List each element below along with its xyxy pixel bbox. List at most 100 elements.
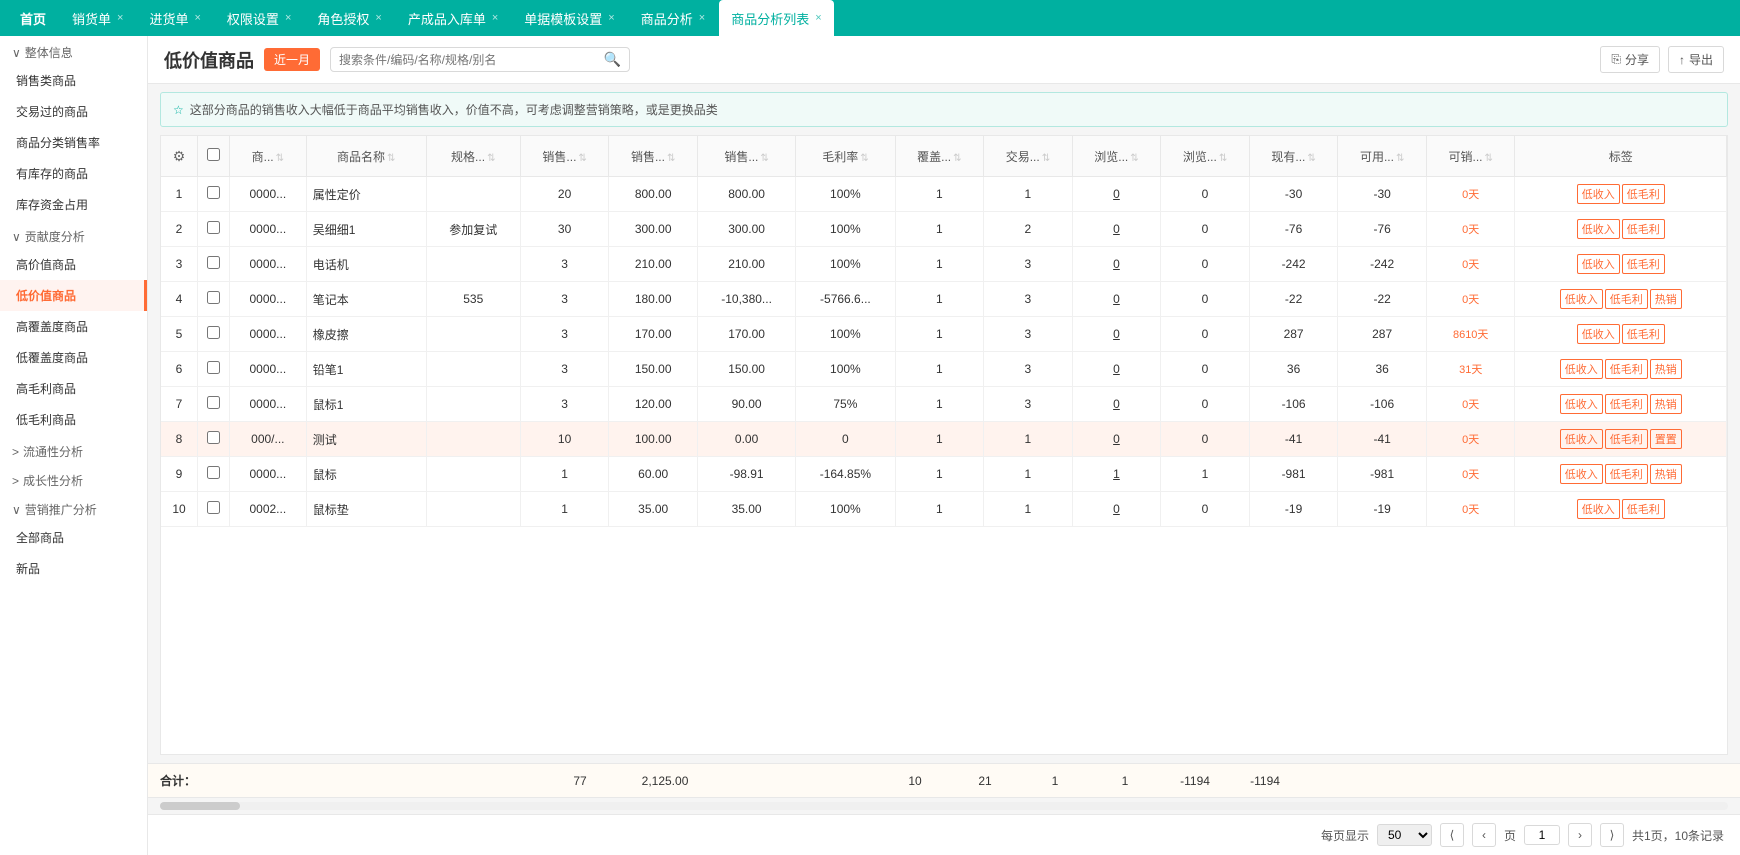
row-browse1[interactable]: 0	[1072, 422, 1161, 457]
sidebar-item-all-products[interactable]: 全部商品	[0, 522, 147, 553]
row-browse1[interactable]: 0	[1072, 492, 1161, 527]
row-checkbox[interactable]	[207, 501, 220, 514]
row-browse2: 1	[1161, 457, 1250, 492]
row-checkbox[interactable]	[207, 221, 220, 234]
sidebar-item-stocked-products[interactable]: 有库存的商品	[0, 158, 147, 189]
row-checkbox-cell[interactable]	[198, 212, 230, 247]
row-s1: 1	[520, 492, 609, 527]
sidebar-group-title-contribution[interactable]: ∨ 贡献度分析	[0, 220, 147, 249]
row-days: 0天	[1426, 387, 1515, 422]
next-page-button[interactable]: ›	[1568, 823, 1592, 847]
row-browse2: 0	[1161, 177, 1250, 212]
share-button[interactable]: ⎘ 分享	[1600, 46, 1660, 73]
close-icon[interactable]: ×	[815, 12, 821, 24]
date-filter-button[interactable]: 近一月	[264, 48, 320, 71]
sidebar-item-new-products[interactable]: 新品	[0, 553, 147, 584]
close-icon[interactable]: ×	[117, 12, 123, 24]
first-page-button[interactable]: ⟨	[1440, 823, 1464, 847]
col-gear[interactable]: ⚙	[161, 136, 198, 177]
sidebar-group-title-circulation[interactable]: > 流通性分析	[0, 435, 147, 464]
col-browse1: 浏览...⇅	[1072, 136, 1161, 177]
sidebar-group-title-overall[interactable]: ∨ 整体信息	[0, 36, 147, 65]
row-checkbox[interactable]	[207, 186, 220, 199]
page-number-input[interactable]	[1524, 825, 1560, 845]
search-icon[interactable]: 🔍	[604, 51, 621, 68]
close-icon[interactable]: ×	[699, 12, 705, 24]
sidebar-group-title-growth[interactable]: > 成长性分析	[0, 464, 147, 493]
gear-icon[interactable]: ⚙	[167, 144, 191, 168]
nav-roles[interactable]: 角色授权 ×	[305, 0, 393, 36]
row-checkbox-cell[interactable]	[198, 282, 230, 317]
nav-product-analysis[interactable]: 商品分析 ×	[629, 0, 717, 36]
sidebar-group-title-marketing[interactable]: ∨ 营销推广分析	[0, 493, 147, 522]
row-stock2: -981	[1338, 457, 1427, 492]
tag: 热销	[1650, 289, 1682, 309]
row-checkbox[interactable]	[207, 256, 220, 269]
nav-permissions[interactable]: 权限设置 ×	[215, 0, 303, 36]
row-checkbox-cell[interactable]	[198, 317, 230, 352]
last-page-button[interactable]: ⟩	[1600, 823, 1624, 847]
row-checkbox[interactable]	[207, 326, 220, 339]
row-checkbox[interactable]	[207, 431, 220, 444]
row-checkbox[interactable]	[207, 466, 220, 479]
nav-sales-order[interactable]: 销货单 ×	[60, 0, 135, 36]
row-checkbox-cell[interactable]	[198, 352, 230, 387]
row-browse1[interactable]: 0	[1072, 177, 1161, 212]
page-size-select[interactable]: 50 100 200	[1377, 824, 1432, 846]
sidebar-item-sales-products[interactable]: 销售类商品	[0, 65, 147, 96]
row-browse1[interactable]: 0	[1072, 282, 1161, 317]
sidebar-item-high-value[interactable]: 高价值商品	[0, 249, 147, 280]
search-input[interactable]	[339, 53, 598, 67]
row-checkbox[interactable]	[207, 361, 220, 374]
row-browse1[interactable]: 1	[1072, 457, 1161, 492]
col-spec: 规格...⇅	[426, 136, 520, 177]
row-gross: 100%	[796, 212, 895, 247]
row-tags: 低收入低毛利热销	[1515, 457, 1727, 492]
sidebar-item-low-margin[interactable]: 低毛利商品	[0, 404, 147, 435]
nav-product-analysis-list[interactable]: 商品分析列表 ×	[719, 0, 833, 36]
select-all-checkbox[interactable]	[207, 148, 220, 161]
prev-page-button[interactable]: ‹	[1472, 823, 1496, 847]
close-icon[interactable]: ×	[492, 12, 498, 24]
sidebar-item-low-coverage[interactable]: 低覆盖度商品	[0, 342, 147, 373]
row-browse1[interactable]: 0	[1072, 352, 1161, 387]
row-gross: 100%	[796, 317, 895, 352]
sidebar-item-stock-capital[interactable]: 库存资金占用	[0, 189, 147, 220]
row-tags: 低收入低毛利	[1515, 177, 1727, 212]
info-icon: ☆	[173, 103, 184, 117]
sidebar-item-high-margin[interactable]: 高毛利商品	[0, 373, 147, 404]
sidebar-item-traded-products[interactable]: 交易过的商品	[0, 96, 147, 127]
close-icon[interactable]: ×	[285, 12, 291, 24]
close-icon[interactable]: ×	[608, 12, 614, 24]
row-checkbox-cell[interactable]	[198, 177, 230, 212]
horizontal-scrollbar[interactable]	[160, 802, 1728, 810]
row-checkbox-cell[interactable]	[198, 457, 230, 492]
row-cover: 1	[895, 282, 984, 317]
scrollbar-thumb[interactable]	[160, 802, 240, 810]
row-browse1[interactable]: 0	[1072, 212, 1161, 247]
row-name: 鼠标	[306, 457, 426, 492]
close-icon[interactable]: ×	[375, 12, 381, 24]
sidebar-item-category-rate[interactable]: 商品分类销售率	[0, 127, 147, 158]
nav-product-instock[interactable]: 产成品入库单 ×	[396, 0, 510, 36]
row-code: 000/...	[230, 422, 307, 457]
row-checkbox[interactable]	[207, 396, 220, 409]
nav-purchase-order[interactable]: 进货单 ×	[137, 0, 212, 36]
row-checkbox-cell[interactable]	[198, 492, 230, 527]
table-row: 4 0000... 笔记本 535 3 180.00 -10,380... -5…	[161, 282, 1727, 317]
export-button[interactable]: ↑ 导出	[1668, 46, 1724, 73]
sidebar-item-low-value[interactable]: 低价值商品	[0, 280, 147, 311]
row-checkbox-cell[interactable]	[198, 387, 230, 422]
row-browse2: 0	[1161, 282, 1250, 317]
row-index: 6	[161, 352, 198, 387]
nav-home[interactable]: 首页	[8, 0, 58, 36]
sidebar-item-high-coverage[interactable]: 高覆盖度商品	[0, 311, 147, 342]
row-browse1[interactable]: 0	[1072, 387, 1161, 422]
row-checkbox-cell[interactable]	[198, 247, 230, 282]
row-browse1[interactable]: 0	[1072, 317, 1161, 352]
close-icon[interactable]: ×	[194, 12, 200, 24]
row-checkbox-cell[interactable]	[198, 422, 230, 457]
nav-template-settings[interactable]: 单据模板设置 ×	[512, 0, 626, 36]
row-checkbox[interactable]	[207, 291, 220, 304]
row-browse1[interactable]: 0	[1072, 247, 1161, 282]
